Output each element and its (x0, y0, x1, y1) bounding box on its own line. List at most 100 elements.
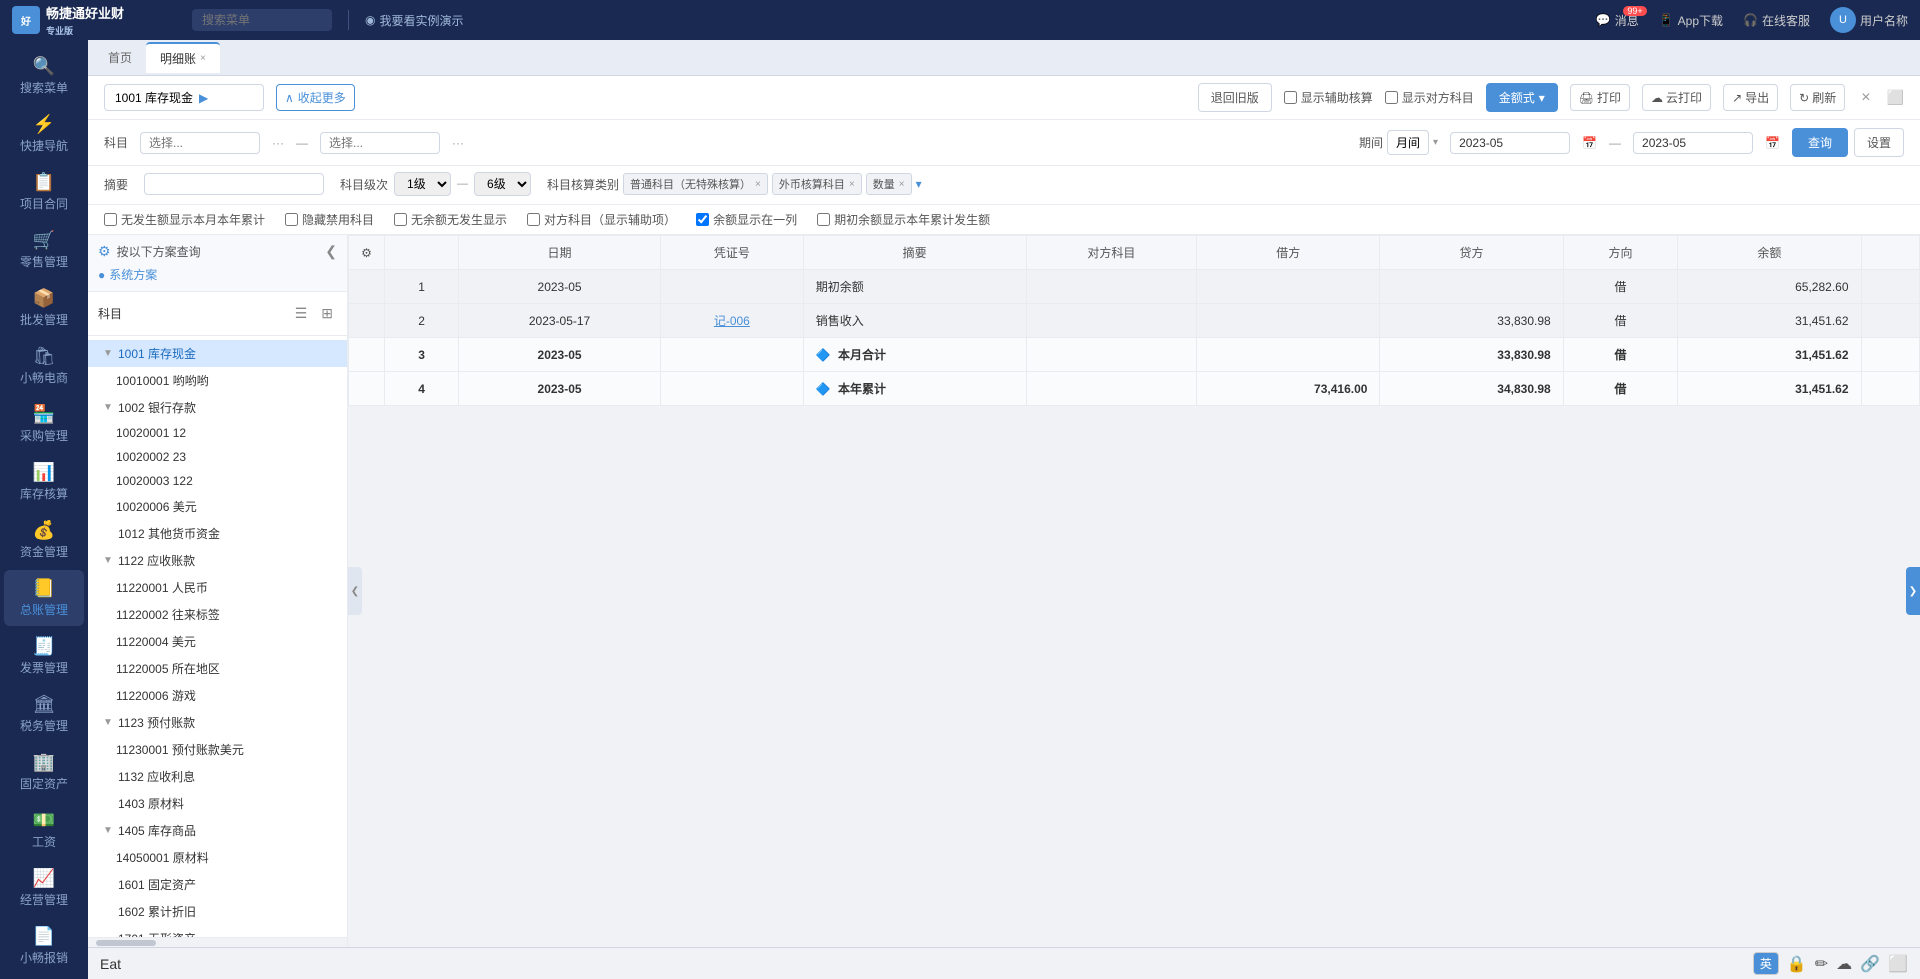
cb-hide-disabled[interactable] (285, 213, 298, 226)
tree-item-11220005[interactable]: 11220005 所在地区 (88, 655, 347, 682)
account-selector[interactable]: 1001 库存现金 ▶ (104, 84, 264, 111)
cb-hide-disabled-label[interactable]: 隐藏禁用科目 (285, 211, 374, 228)
tree-item-1002[interactable]: ▼ 1002 银行存款 (88, 394, 347, 421)
level-end-select[interactable]: 6级3级4级5级 (474, 172, 531, 196)
cb-no-debit-label[interactable]: 无发生额显示本月本年累计 (104, 211, 265, 228)
sidebar-item-ecommerce[interactable]: 🛍 小畅电商 (4, 338, 84, 394)
period-start-input[interactable] (1450, 132, 1570, 154)
h-scrollbar[interactable] (88, 937, 347, 947)
show-opposite-checkbox[interactable] (1385, 91, 1398, 104)
tree-item-14050001[interactable]: 14050001 原材料 (88, 844, 347, 871)
tree-item-11220002[interactable]: 11220002 往来标签 (88, 601, 347, 628)
cloud-icon[interactable]: ☁ (1836, 954, 1852, 974)
tree-item-1123[interactable]: ▼ 1123 预付账款 (88, 709, 347, 736)
sidebar-item-salary[interactable]: 💵 工资 (4, 802, 84, 858)
system-scheme-btn[interactable]: ● 系统方案 (98, 266, 337, 283)
cloud-print-btn[interactable]: ☁ 云打印 (1642, 84, 1711, 111)
period-end-input[interactable] (1633, 132, 1753, 154)
print-btn[interactable]: 🖨 打印 (1570, 84, 1630, 111)
cal-icon-end[interactable]: 📅 (1765, 136, 1780, 150)
collapse-left-icon[interactable]: ❮ (325, 243, 337, 260)
tree-item-10020003[interactable]: 10020003 122 (88, 469, 347, 493)
tree-item-10010001[interactable]: 10010001 哟哟哟 (88, 367, 347, 394)
search-input[interactable] (192, 9, 332, 31)
export-btn[interactable]: ↗ 导出 (1723, 84, 1778, 111)
period-type-dropdown[interactable]: 月间 (1387, 130, 1429, 155)
settings-btn[interactable]: 设置 (1854, 128, 1904, 157)
close-btn[interactable]: × (1857, 89, 1874, 107)
show-assist-checkbox[interactable] (1284, 91, 1297, 104)
tag-remove-2[interactable]: × (899, 179, 905, 190)
tree-item-11220001[interactable]: 11220001 人民币 (88, 574, 347, 601)
cb-opening-balance-label[interactable]: 期初余额显示本年累计发生额 (817, 211, 990, 228)
tree-item-1132[interactable]: 1132 应收利息 (88, 763, 347, 790)
sidebar-item-search[interactable]: 🔍 搜索菜单 (4, 48, 84, 104)
tree-item-10020001[interactable]: 10020001 12 (88, 421, 347, 445)
fullscreen-icon[interactable]: ⬜ (1888, 954, 1908, 974)
cb-no-debit[interactable] (104, 213, 117, 226)
cb-no-balance[interactable] (394, 213, 407, 226)
sidebar-item-report[interactable]: 📄 小畅报销 (4, 918, 84, 974)
summary-input[interactable] (144, 173, 324, 195)
app-download-btn[interactable]: 📱 App下载 (1659, 12, 1723, 29)
sidebar-item-capital[interactable]: 💰 资金管理 (4, 512, 84, 568)
subject-input-end[interactable] (320, 132, 440, 154)
level-start-select[interactable]: 1级2级3级 (394, 172, 451, 196)
more-btn[interactable]: ∧ 收起更多 (276, 84, 355, 111)
tab-home[interactable]: 首页 (98, 43, 142, 72)
tree-item-1001[interactable]: ▼ 1001 库存现金 (88, 340, 347, 367)
edit-icon[interactable]: ✏ (1815, 954, 1828, 974)
message-btn[interactable]: 💬 消息 99+ (1596, 12, 1639, 29)
currency-format-btn[interactable]: 金额式 ▾ (1486, 83, 1558, 112)
show-assist-cb-label[interactable]: 显示辅助核算 (1284, 89, 1373, 106)
tree-item-1601[interactable]: 1601 固定资产 (88, 871, 347, 898)
link-icon[interactable]: 🔗 (1860, 954, 1880, 974)
sidebar-item-ledger[interactable]: 📒 总账管理 (4, 570, 84, 626)
col-gear[interactable]: ⚙ (349, 236, 385, 270)
category-expand-icon[interactable]: ▾ (916, 177, 922, 191)
lock-icon[interactable]: 🔒 (1787, 954, 1807, 974)
sidebar-item-invoice[interactable]: 🧾 发票管理 (4, 628, 84, 684)
tree-item-1405[interactable]: ▼ 1405 库存商品 (88, 817, 347, 844)
lang-btn[interactable]: 英 (1753, 952, 1779, 975)
tree-item-11230001[interactable]: 11230001 预付账款美元 (88, 736, 347, 763)
list-view-btn[interactable]: ☰ (291, 303, 312, 324)
demo-btn[interactable]: ◉ 我要看实例演示 (365, 12, 464, 29)
subject-input-start[interactable] (140, 132, 260, 154)
tree-item-11220004[interactable]: 11220004 美元 (88, 628, 347, 655)
sidebar-item-tax[interactable]: 🏛 税务管理 (4, 686, 84, 742)
tree-item-1701[interactable]: 1701 无形资产 (88, 925, 347, 937)
show-opposite-cb-label[interactable]: 显示对方科目 (1385, 89, 1474, 106)
online-service-btn[interactable]: 🎧 在线客服 (1743, 12, 1810, 29)
maximize-btn[interactable]: ⬜ (1887, 89, 1904, 106)
right-expand-btn[interactable]: ❯ (1906, 567, 1920, 615)
user-area[interactable]: U 用户名称 (1830, 7, 1908, 33)
tab-ledger-detail[interactable]: 明细账 × (146, 42, 220, 73)
return-old-btn[interactable]: 退回旧版 (1198, 83, 1272, 112)
tree-item-10020006[interactable]: 10020006 美元 (88, 493, 347, 520)
cb-balance-one-col[interactable] (696, 213, 709, 226)
query-btn[interactable]: 查询 (1792, 128, 1848, 157)
tree-item-1012[interactable]: 1012 其他货币资金 (88, 520, 347, 547)
sidebar-item-project[interactable]: 📋 项目合同 (4, 164, 84, 220)
cb-balance-one-col-label[interactable]: 余额显示在一列 (696, 211, 797, 228)
tree-item-1122[interactable]: ▼ 1122 应收账款 (88, 547, 347, 574)
sidebar-item-assets[interactable]: 🏢 固定资产 (4, 744, 84, 800)
cal-icon-start[interactable]: 📅 (1582, 136, 1597, 150)
refresh-btn[interactable]: ↻ 刷新 (1790, 84, 1845, 111)
tree-item-1403[interactable]: 1403 原材料 (88, 790, 347, 817)
tree-item-11220006[interactable]: 11220006 游戏 (88, 682, 347, 709)
tree-item-1602[interactable]: 1602 累计折旧 (88, 898, 347, 925)
tree-item-10020002[interactable]: 10020002 23 (88, 445, 347, 469)
sidebar-item-purchase[interactable]: 🏪 采购管理 (4, 396, 84, 452)
voucher-link[interactable]: 记-006 (714, 314, 750, 328)
cb-opposite[interactable] (527, 213, 540, 226)
expand-all-btn[interactable]: ⊞ (317, 303, 337, 324)
sidebar-item-operation[interactable]: 📈 经营管理 (4, 860, 84, 916)
tag-remove-0[interactable]: × (755, 179, 761, 190)
sidebar-item-quick-nav[interactable]: ⚡ 快捷导航 (4, 106, 84, 162)
collapse-panel-btn[interactable]: ❮ (348, 567, 362, 615)
tag-remove-1[interactable]: × (849, 179, 855, 190)
sidebar-item-retail[interactable]: 🛒 零售管理 (4, 222, 84, 278)
cb-opposite-label[interactable]: 对方科目（显示辅助项） (527, 211, 676, 228)
